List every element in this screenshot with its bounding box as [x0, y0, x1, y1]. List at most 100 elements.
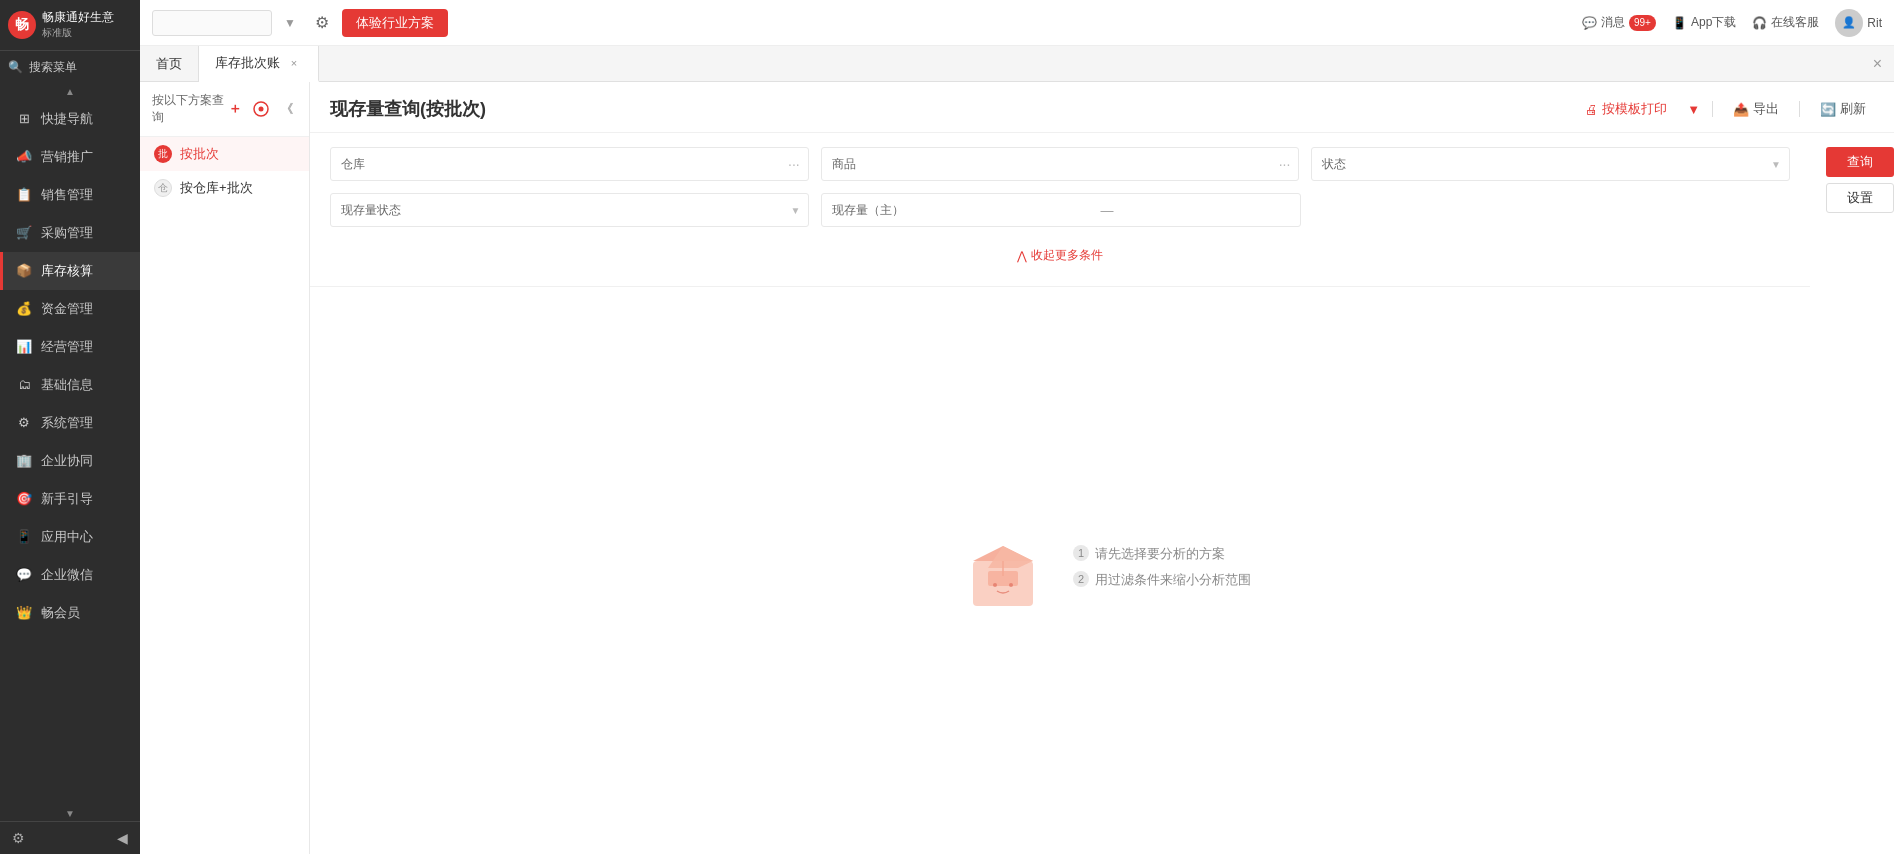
- system-icon: ⚙: [15, 414, 33, 432]
- sidebar-item-quick-nav[interactable]: ⊞ 快捷导航: [0, 100, 140, 138]
- nav-label: 系统管理: [41, 414, 93, 432]
- user-item[interactable]: 👤 Rit: [1835, 9, 1882, 37]
- search-menu-label: 搜索菜单: [29, 59, 77, 76]
- tabbar: 首页 库存批次账 × ×: [140, 46, 1894, 82]
- app-download-label: App下载: [1691, 14, 1736, 31]
- app-subtitle: 标准版: [42, 26, 114, 40]
- sidebar-item-purchase[interactable]: 🛒 采购管理: [0, 214, 140, 252]
- sidebar-item-app-center[interactable]: 📱 应用中心: [0, 518, 140, 556]
- scroll-down[interactable]: ▼: [0, 805, 140, 821]
- scheme-label-batch: 按批次: [180, 145, 219, 163]
- refresh-btn[interactable]: 🔄 刷新: [1812, 96, 1874, 122]
- query-btn[interactable]: 查询: [1826, 147, 1894, 177]
- weixin-icon: 💬: [15, 566, 33, 584]
- inventory-status-dropdown-btn[interactable]: ▼: [782, 205, 808, 216]
- nav-label: 资金管理: [41, 300, 93, 318]
- trial-btn[interactable]: 体验行业方案: [342, 9, 448, 37]
- status-label: 状态: [1312, 156, 1356, 173]
- online-service-label: 在线客服: [1771, 14, 1819, 31]
- refresh-icon: 🔄: [1820, 102, 1836, 117]
- user-avatar: 👤: [1835, 9, 1863, 37]
- tab-close-btn[interactable]: ×: [286, 55, 302, 71]
- tab-inventory-batch-label: 库存批次账: [215, 54, 280, 72]
- print-dropdown-btn[interactable]: ▼: [1687, 102, 1700, 117]
- panel-close-btn[interactable]: ×: [1861, 46, 1894, 81]
- tip-text-1: 请先选择要分析的方案: [1095, 545, 1225, 563]
- sidebar-item-weixin[interactable]: 💬 企业微信: [0, 556, 140, 594]
- main-qty-to-input[interactable]: [1114, 194, 1300, 226]
- sidebar-item-basic[interactable]: 🗂 基础信息: [0, 366, 140, 404]
- topbar-gear-icon[interactable]: ⚙: [308, 9, 336, 37]
- settings-icon[interactable]: ⚙: [12, 830, 25, 846]
- topbar-right: 💬 消息 99+ 📱 App下载 🎧 在线客服 👤 Rit: [1582, 9, 1882, 37]
- app-download-item[interactable]: 📱 App下载: [1672, 14, 1736, 31]
- sidebar-item-guide[interactable]: 🎯 新手引导: [0, 480, 140, 518]
- warehouse-input[interactable]: [375, 148, 780, 180]
- sidebar-item-operations[interactable]: 📊 经营管理: [0, 328, 140, 366]
- scheme-settings-btn[interactable]: [251, 99, 271, 119]
- nav-label: 企业协同: [41, 452, 93, 470]
- page-actions: 🖨 按模板打印 ▼ 📤 导出 🔄 刷新: [1577, 96, 1874, 122]
- tab-inventory-batch[interactable]: 库存批次账 ×: [199, 46, 319, 82]
- collapse-row[interactable]: ⋀ 收起更多条件: [330, 239, 1790, 272]
- marketing-icon: 📣: [15, 148, 33, 166]
- sidebar-item-marketing[interactable]: 📣 营销推广: [0, 138, 140, 176]
- message-item[interactable]: 💬 消息 99+: [1582, 14, 1656, 31]
- page-header: 现存量查询(按批次) 🖨 按模板打印 ▼ 📤 导出 🔄 刷: [310, 82, 1894, 133]
- nav-label: 基础信息: [41, 376, 93, 394]
- divider2: [1799, 101, 1800, 117]
- finance-icon: 💰: [15, 300, 33, 318]
- topbar-dropdown-btn[interactable]: ▼: [278, 11, 302, 35]
- topbar-search-input[interactable]: [152, 10, 272, 36]
- operations-icon: 📊: [15, 338, 33, 356]
- nav-label: 营销推广: [41, 148, 93, 166]
- status-input[interactable]: [1356, 148, 1763, 180]
- warehouse-dots-btn[interactable]: ···: [780, 156, 808, 172]
- status-dropdown-btn[interactable]: ▼: [1763, 159, 1789, 170]
- svg-point-8: [1009, 583, 1013, 587]
- service-icon: 🎧: [1752, 16, 1767, 30]
- inventory-status-input[interactable]: [411, 194, 782, 226]
- main-qty-from-input[interactable]: [914, 194, 1100, 226]
- tip-text-2: 用过滤条件来缩小分析范围: [1095, 571, 1251, 589]
- sidebar-item-enterprise[interactable]: 🏢 企业协同: [0, 442, 140, 480]
- basic-icon: 🗂: [15, 376, 33, 394]
- product-dots-btn[interactable]: ···: [1271, 156, 1299, 172]
- search-menu[interactable]: 🔍 搜索菜单: [0, 51, 140, 84]
- empty-illustration: [953, 521, 1053, 621]
- export-btn[interactable]: 📤 导出: [1725, 96, 1787, 122]
- settings-btn[interactable]: 设置: [1826, 183, 1894, 213]
- tab-home[interactable]: 首页: [140, 46, 199, 81]
- inventory-status-label: 现存量状态: [331, 202, 411, 219]
- scheme-item-warehouse-batch[interactable]: 仓 按仓库+批次: [140, 171, 309, 205]
- collapse-btn-label: 收起更多条件: [1031, 247, 1103, 264]
- status-field: 状态 ▼: [1311, 147, 1790, 181]
- guide-icon: 🎯: [15, 490, 33, 508]
- nav-label: 企业微信: [41, 566, 93, 584]
- empty-tips: 1 请先选择要分析的方案 2 用过滤条件来缩小分析范围: [1073, 545, 1251, 597]
- topbar-left: ▼ ⚙ 体验行业方案: [152, 9, 1572, 37]
- scheme-label-warehouse-batch: 按仓库+批次: [180, 179, 253, 197]
- print-btn[interactable]: 🖨 按模板打印: [1577, 96, 1675, 122]
- online-service-item[interactable]: 🎧 在线客服: [1752, 14, 1819, 31]
- filter-row-1: 仓库 ··· 商品 ··· 状态 ▼: [330, 147, 1790, 181]
- scroll-up[interactable]: ▲: [0, 84, 140, 100]
- sidebar-header: 畅 畅康通好生意 标准版: [0, 0, 140, 51]
- sidebar-item-member[interactable]: 👑 畅会员: [0, 594, 140, 632]
- sidebar-item-finance[interactable]: 💰 资金管理: [0, 290, 140, 328]
- sidebar-item-system[interactable]: ⚙ 系统管理: [0, 404, 140, 442]
- topbar: ▼ ⚙ 体验行业方案 💬 消息 99+ 📱 App下载 🎧 在线客服 👤: [140, 0, 1894, 46]
- sidebar-item-sales[interactable]: 📋 销售管理: [0, 176, 140, 214]
- product-field: 商品 ···: [821, 147, 1300, 181]
- empty-tip-2: 2 用过滤条件来缩小分析范围: [1073, 571, 1251, 589]
- collapse-sidebar-icon[interactable]: ◀: [117, 830, 128, 846]
- scheme-item-batch[interactable]: 批 按批次: [140, 137, 309, 171]
- btn-group: 查询 设置: [1810, 133, 1894, 287]
- main-qty-field: 现存量（主） —: [821, 193, 1300, 227]
- sidebar-item-inventory[interactable]: 📦 库存核算: [0, 252, 140, 290]
- purchase-icon: 🛒: [15, 224, 33, 242]
- add-scheme-btn[interactable]: ＋: [225, 99, 245, 119]
- sidebar-footer: ⚙ ◀: [0, 821, 140, 854]
- product-input[interactable]: [866, 148, 1271, 180]
- collapse-panel-btn[interactable]: 《: [277, 99, 297, 119]
